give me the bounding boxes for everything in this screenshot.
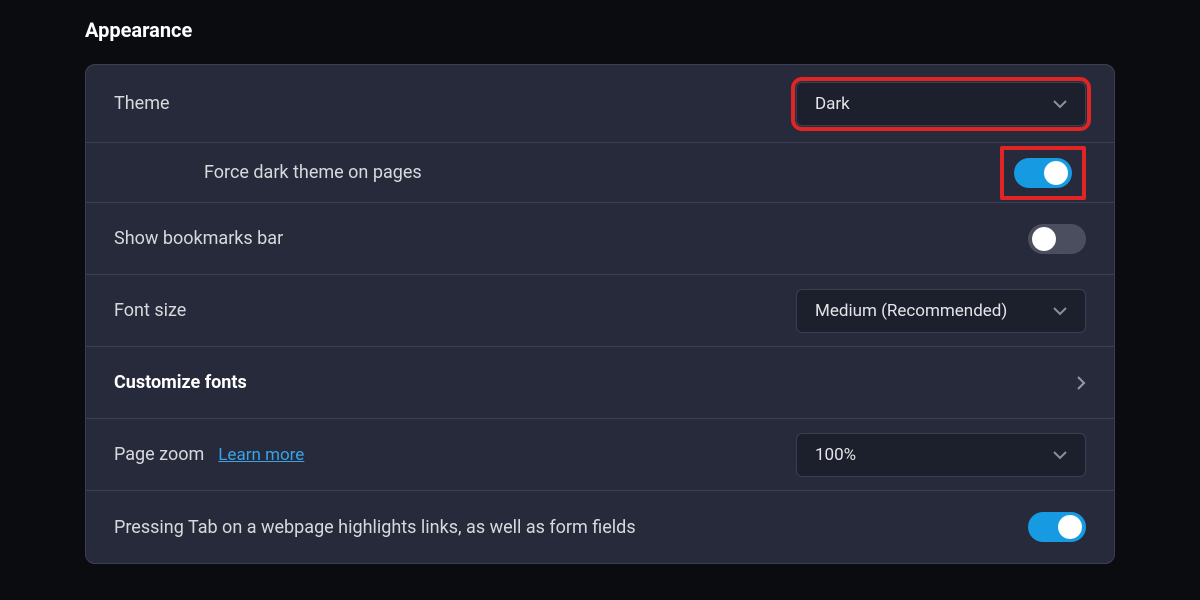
tab-highlight-label: Pressing Tab on a webpage highlights lin…	[114, 517, 636, 538]
font-size-select[interactable]: Medium (Recommended)	[796, 289, 1086, 333]
bookmarks-toggle[interactable]	[1028, 224, 1086, 254]
bookmarks-row: Show bookmarks bar	[86, 203, 1114, 275]
theme-select-value: Dark	[815, 94, 850, 114]
customize-fonts-row[interactable]: Customize fonts	[86, 347, 1114, 419]
page-zoom-row: Page zoom Learn more 100%	[86, 419, 1114, 491]
chevron-right-icon	[1076, 375, 1086, 391]
font-size-label: Font size	[114, 300, 186, 321]
page-zoom-select-value: 100%	[815, 445, 856, 465]
toggle-knob	[1032, 227, 1056, 251]
theme-label: Theme	[114, 93, 170, 114]
chevron-down-icon	[1053, 306, 1067, 316]
theme-row: Theme Dark	[86, 65, 1114, 143]
font-size-row: Font size Medium (Recommended)	[86, 275, 1114, 347]
chevron-down-icon	[1053, 99, 1067, 109]
page-zoom-label: Page zoom	[114, 444, 204, 465]
tab-highlight-toggle[interactable]	[1028, 512, 1086, 542]
force-dark-label: Force dark theme on pages	[114, 162, 422, 183]
bookmarks-label: Show bookmarks bar	[114, 228, 283, 249]
appearance-panel: Theme Dark Force dark theme on pages Sho…	[85, 64, 1115, 564]
section-title: Appearance	[85, 18, 1115, 42]
force-dark-toggle[interactable]	[1014, 158, 1072, 188]
font-size-select-value: Medium (Recommended)	[815, 301, 1007, 321]
customize-fonts-label: Customize fonts	[114, 372, 247, 393]
highlight-box	[1000, 146, 1086, 200]
toggle-knob	[1044, 161, 1068, 185]
theme-select[interactable]: Dark	[796, 82, 1086, 126]
tab-highlight-row: Pressing Tab on a webpage highlights lin…	[86, 491, 1114, 563]
page-zoom-select[interactable]: 100%	[796, 433, 1086, 477]
chevron-down-icon	[1053, 450, 1067, 460]
force-dark-row: Force dark theme on pages	[86, 143, 1114, 203]
toggle-knob	[1058, 515, 1082, 539]
learn-more-link[interactable]: Learn more	[218, 445, 304, 465]
